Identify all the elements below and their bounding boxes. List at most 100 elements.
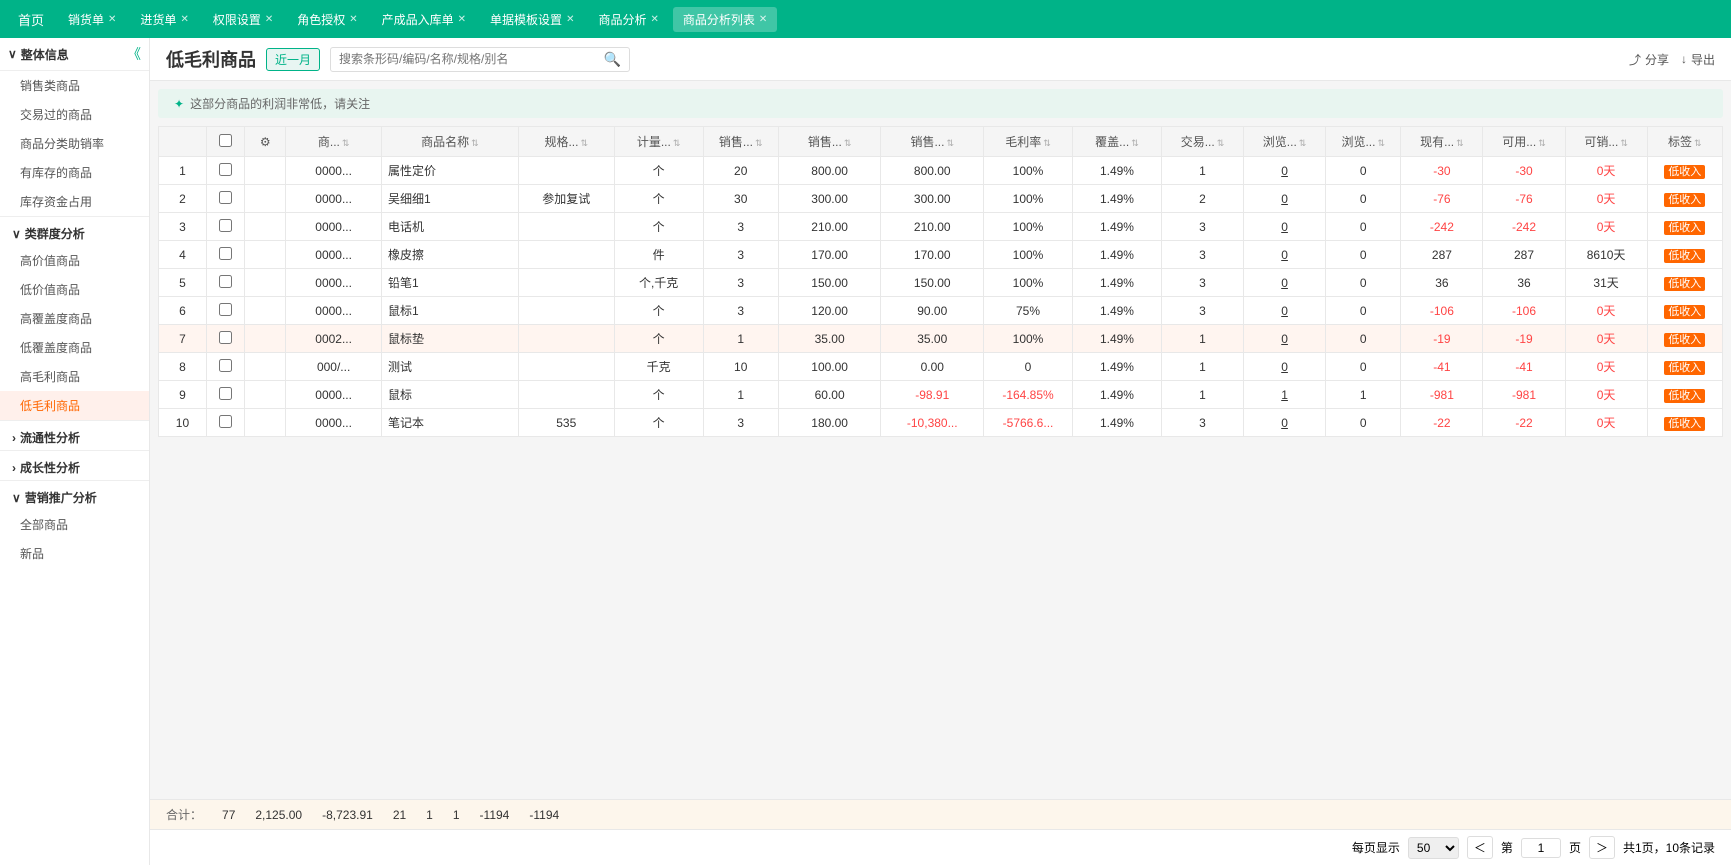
- sidebar-collapse-icon[interactable]: 《: [127, 44, 141, 64]
- row-price1: 60.00: [778, 381, 881, 409]
- next-page-button[interactable]: ＞: [1589, 836, 1615, 859]
- per-page-select[interactable]: 50 100 200: [1408, 837, 1459, 859]
- nav-analysis-list[interactable]: 商品分析列表 ✕: [673, 7, 777, 32]
- col-days-header[interactable]: 可销...⇅: [1565, 127, 1647, 157]
- row-view1[interactable]: 0: [1244, 185, 1326, 213]
- row-select-checkbox[interactable]: [219, 359, 232, 372]
- row-select-checkbox[interactable]: [219, 275, 232, 288]
- prev-page-button[interactable]: ＜: [1467, 836, 1493, 859]
- row-view1[interactable]: 0: [1244, 353, 1326, 381]
- nav-purchase-close[interactable]: ✕: [180, 14, 188, 25]
- row-checkbox[interactable]: [206, 381, 244, 409]
- table-row: 10 0000... 笔记本 535 个 3 180.00 -10,380...…: [159, 409, 1723, 437]
- nav-analysis-list-close[interactable]: ✕: [759, 14, 767, 25]
- row-view1[interactable]: 0: [1244, 157, 1326, 185]
- nav-permission-close[interactable]: ✕: [265, 14, 273, 25]
- row-spec: [518, 353, 614, 381]
- row-select-checkbox[interactable]: [219, 191, 232, 204]
- row-no: 6: [159, 297, 207, 325]
- row-checkbox[interactable]: [206, 213, 244, 241]
- nav-sales[interactable]: 销货单 ✕: [58, 7, 126, 32]
- row-view1[interactable]: 0: [1244, 409, 1326, 437]
- sidebar-item-high-coverage[interactable]: 高覆盖度商品: [0, 304, 149, 333]
- nav-permission[interactable]: 权限设置 ✕: [203, 7, 283, 32]
- nav-purchase[interactable]: 进货单 ✕: [130, 7, 198, 32]
- sidebar: ∨ 整体信息 《 销售类商品 交易过的商品 商品分类助销率 有库存的商品 库存资…: [0, 38, 150, 865]
- sidebar-item-traded-goods[interactable]: 交易过的商品: [0, 100, 149, 129]
- col-qty-header[interactable]: 销售...⇅: [703, 127, 778, 157]
- col-price1-header[interactable]: 销售...⇅: [778, 127, 881, 157]
- sidebar-item-sales-goods[interactable]: 销售类商品: [0, 71, 149, 100]
- col-sku-header[interactable]: 商...⇅: [286, 127, 382, 157]
- row-checkbox[interactable]: [206, 409, 244, 437]
- nav-role[interactable]: 角色授权 ✕: [287, 7, 367, 32]
- row-checkbox[interactable]: [206, 325, 244, 353]
- row-checkbox[interactable]: [206, 157, 244, 185]
- sidebar-item-new-goods[interactable]: 新品: [0, 539, 149, 568]
- footer-stock1: -1194: [480, 808, 510, 822]
- row-price1: 210.00: [778, 213, 881, 241]
- nav-sales-close[interactable]: ✕: [108, 14, 116, 25]
- col-tag-header[interactable]: 标签⇅: [1647, 127, 1722, 157]
- row-select-checkbox[interactable]: [219, 387, 232, 400]
- sidebar-item-all-goods[interactable]: 全部商品: [0, 510, 149, 539]
- col-gross-header[interactable]: 毛利率⇅: [984, 127, 1073, 157]
- row-gross: 100%: [984, 325, 1073, 353]
- nav-template-close[interactable]: ✕: [566, 14, 574, 25]
- nav-finished-goods-close[interactable]: ✕: [458, 14, 466, 25]
- col-price2-header[interactable]: 销售...⇅: [881, 127, 984, 157]
- row-view1[interactable]: 1: [1244, 381, 1326, 409]
- row-select-checkbox[interactable]: [219, 303, 232, 316]
- row-checkbox[interactable]: [206, 269, 244, 297]
- sidebar-item-high-margin[interactable]: 高毛利商品: [0, 362, 149, 391]
- row-view1[interactable]: 0: [1244, 325, 1326, 353]
- col-trade-header[interactable]: 交易...⇅: [1161, 127, 1243, 157]
- row-gear: [245, 241, 286, 269]
- search-icon[interactable]: 🔍: [604, 51, 621, 68]
- row-select-checkbox[interactable]: [219, 247, 232, 260]
- col-unit-header[interactable]: 计量...⇅: [614, 127, 703, 157]
- select-all-checkbox[interactable]: [219, 134, 232, 147]
- row-view1[interactable]: 0: [1244, 241, 1326, 269]
- nav-analysis[interactable]: 商品分析 ✕: [588, 7, 668, 32]
- sidebar-item-low-value[interactable]: 低价值商品: [0, 275, 149, 304]
- sidebar-item-high-value[interactable]: 高价值商品: [0, 246, 149, 275]
- page-number-input[interactable]: [1521, 838, 1561, 858]
- col-cover-header[interactable]: 覆盖...⇅: [1072, 127, 1161, 157]
- col-view2-header[interactable]: 浏览...⇅: [1326, 127, 1401, 157]
- nav-analysis-close[interactable]: ✕: [650, 14, 658, 25]
- nav-template[interactable]: 单据模板设置 ✕: [480, 7, 584, 32]
- row-qty: 3: [703, 213, 778, 241]
- col-stock1-header[interactable]: 现有...⇅: [1401, 127, 1483, 157]
- row-cover: 1.49%: [1072, 157, 1161, 185]
- row-checkbox[interactable]: [206, 241, 244, 269]
- row-view1[interactable]: 0: [1244, 269, 1326, 297]
- sidebar-item-low-margin[interactable]: 低毛利商品: [0, 391, 149, 420]
- col-stock2-header[interactable]: 可用...⇅: [1483, 127, 1565, 157]
- row-select-checkbox[interactable]: [219, 415, 232, 428]
- nav-role-close[interactable]: ✕: [349, 14, 357, 25]
- sidebar-item-category-rate[interactable]: 商品分类助销率: [0, 129, 149, 158]
- row-stock2: -41: [1483, 353, 1565, 381]
- nav-finished-goods[interactable]: 产成品入库单 ✕: [372, 7, 476, 32]
- row-select-checkbox[interactable]: [219, 163, 232, 176]
- row-checkbox[interactable]: [206, 297, 244, 325]
- row-view1[interactable]: 0: [1244, 213, 1326, 241]
- col-spec-header[interactable]: 规格...⇅: [518, 127, 614, 157]
- row-checkbox[interactable]: [206, 353, 244, 381]
- filter-period-button[interactable]: 近一月: [266, 48, 320, 71]
- col-name-header[interactable]: 商品名称⇅: [382, 127, 519, 157]
- col-view1-header[interactable]: 浏览...⇅: [1244, 127, 1326, 157]
- row-checkbox[interactable]: [206, 185, 244, 213]
- sidebar-item-low-coverage[interactable]: 低覆盖度商品: [0, 333, 149, 362]
- share-button[interactable]: ⤴ 分享: [1629, 51, 1669, 68]
- search-input[interactable]: [339, 52, 604, 66]
- row-view1[interactable]: 0: [1244, 297, 1326, 325]
- sidebar-item-capital[interactable]: 库存资金占用: [0, 187, 149, 216]
- row-select-checkbox[interactable]: [219, 219, 232, 232]
- sidebar-item-in-stock[interactable]: 有库存的商品: [0, 158, 149, 187]
- col-gear-header[interactable]: ⚙: [245, 127, 286, 157]
- row-select-checkbox[interactable]: [219, 331, 232, 344]
- nav-home[interactable]: 首页: [8, 6, 54, 33]
- export-button[interactable]: ↓ 导出: [1681, 51, 1715, 68]
